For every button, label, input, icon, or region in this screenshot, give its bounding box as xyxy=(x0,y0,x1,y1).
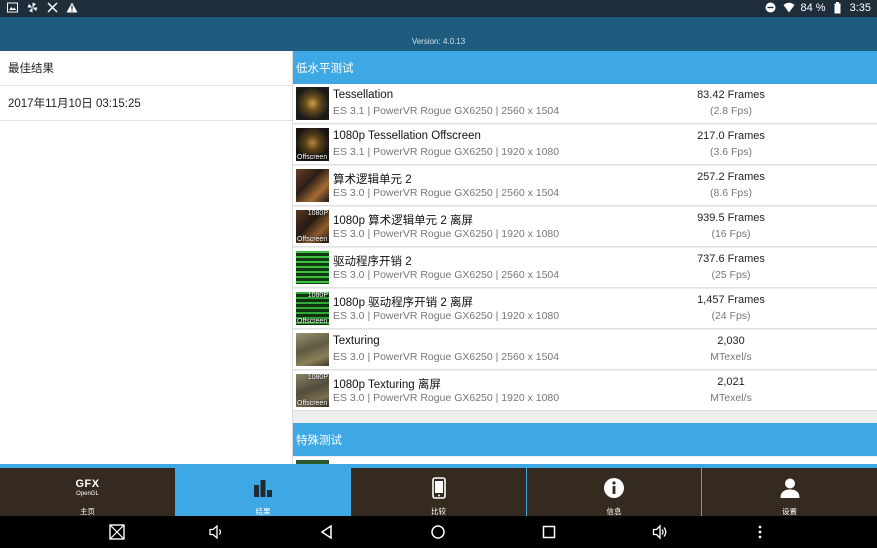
do-not-disturb-icon xyxy=(765,2,777,14)
test-subtitle: ES 3.1 | PowerVR Rogue GX6250 | 2560 x 1… xyxy=(333,105,560,117)
offscreen-label: Offscreen xyxy=(297,318,328,325)
test-title: 驱动程序开销 2 xyxy=(333,256,412,268)
test-score: 257.2 Frames xyxy=(697,171,765,183)
resolution-label: 1080P xyxy=(307,210,328,217)
volume-up-icon[interactable] xyxy=(652,524,668,540)
section-header-low-level: 低水平测试 xyxy=(293,51,877,84)
test-title: Texturing xyxy=(333,335,380,347)
pinwheel-notification-icon xyxy=(26,2,38,14)
texturing-offscreen-thumbnail: 1080P Offscreen xyxy=(296,374,329,407)
best-results-item[interactable]: 最佳结果 xyxy=(0,51,292,86)
results-sidebar: 最佳结果 2017年11月10日 03:15:25 xyxy=(0,51,293,464)
driver-overhead-thumbnail xyxy=(296,251,329,284)
result-row[interactable]: Texturing ES 3.0 | PowerVR Rogue GX6250 … xyxy=(293,330,877,370)
test-fps: (16 Fps) xyxy=(711,228,751,240)
version-label: Version: 4.0.13 xyxy=(411,37,466,46)
test-title: 1080p 算术逻辑单元 2 离屏 xyxy=(333,215,473,227)
alu-thumbnail xyxy=(296,169,329,202)
test-score: 2,030 xyxy=(717,335,745,347)
tab-home[interactable]: GFX OpenGL 主页 xyxy=(0,468,175,516)
test-title: 1080p Tessellation Offscreen xyxy=(333,130,481,142)
battery-icon xyxy=(832,2,844,14)
test-score: 737.6 Frames xyxy=(697,253,765,265)
tessellation-thumbnail xyxy=(296,87,329,120)
more-options-icon[interactable] xyxy=(752,524,768,540)
test-fps: (25 Fps) xyxy=(711,269,751,281)
result-row[interactable]: 1080P Offscreen 1080p Texturing 离屏 ES 3.… xyxy=(293,371,877,411)
test-title: 1080p Texturing 离屏 xyxy=(333,379,441,391)
test-fps: (24 Fps) xyxy=(711,310,751,322)
test-subtitle: ES 3.0 | PowerVR Rogue GX6250 | 1920 x 1… xyxy=(333,392,560,404)
test-score: 2,021 xyxy=(717,376,745,388)
test-unit: MTexel/s xyxy=(710,351,752,363)
result-row[interactable]: 1080P Offscreen 1080p 算术逻辑单元 2 离屏 ES 3.0… xyxy=(293,207,877,247)
tab-info[interactable]: 信息 xyxy=(527,468,701,516)
bar-chart-icon xyxy=(176,476,350,500)
driver-overhead-offscreen-thumbnail: 1080P Offscreen xyxy=(296,292,329,325)
tessellation-offscreen-thumbnail: Offscreen xyxy=(296,128,329,161)
results-list: 低水平测试 Tessellation ES 3.1 | PowerVR Rogu… xyxy=(293,51,877,464)
test-score: 217.0 Frames xyxy=(697,130,765,142)
result-row[interactable]: Offscreen 1080p Tessellation Offscreen E… xyxy=(293,125,877,165)
test-subtitle: ES 3.0 | PowerVR Rogue GX6250 | 2560 x 1… xyxy=(333,351,560,363)
phone-icon xyxy=(351,476,526,500)
offscreen-label: Offscreen xyxy=(297,154,328,161)
recents-icon[interactable] xyxy=(541,524,557,540)
resolution-label: 1080P xyxy=(307,292,328,299)
bottom-tab-bar: GFX OpenGL 主页 结果 比较 信息 设置 xyxy=(0,464,877,516)
resolution-label: 1080P xyxy=(307,374,328,381)
tab-settings[interactable]: 设置 xyxy=(702,468,877,516)
test-subtitle: ES 3.1 | PowerVR Rogue GX6250 | 1920 x 1… xyxy=(333,146,560,158)
system-nav-bar xyxy=(0,516,877,548)
section-header-special: 特殊测试 xyxy=(293,423,877,456)
home-icon[interactable] xyxy=(430,524,446,540)
test-title: 算术逻辑单元 2 xyxy=(333,174,412,186)
volume-down-icon[interactable] xyxy=(208,524,224,540)
result-row[interactable]: Tessellation ES 3.1 | PowerVR Rogue GX62… xyxy=(293,84,877,124)
status-bar: 84 % 3:35 xyxy=(0,0,877,17)
scissors-notification-icon xyxy=(46,2,58,14)
test-unit: MTexel/s xyxy=(710,392,752,404)
info-icon xyxy=(527,476,701,500)
result-row[interactable]: 1080P Offscreen 1080p 驱动程序开销 2 离屏 ES 3.0… xyxy=(293,289,877,329)
screenshot-icon[interactable] xyxy=(109,524,125,540)
test-subtitle: ES 3.0 | PowerVR Rogue GX6250 | 1920 x 1… xyxy=(333,310,560,322)
battery-percent: 84 % xyxy=(800,2,826,14)
test-score: 1,457 Frames xyxy=(697,294,765,306)
test-fps: (3.6 Fps) xyxy=(709,146,752,158)
offscreen-label: Offscreen xyxy=(297,400,328,407)
test-subtitle: ES 3.0 | PowerVR Rogue GX6250 | 1920 x 1… xyxy=(333,228,560,240)
test-fps: (2.8 Fps) xyxy=(709,105,752,117)
offscreen-label: Offscreen xyxy=(297,236,328,243)
tab-results[interactable]: 结果 xyxy=(176,468,350,516)
test-title: 1080p 驱动程序开销 2 离屏 xyxy=(333,297,473,309)
test-title: Tessellation xyxy=(333,89,394,101)
result-timestamp-item[interactable]: 2017年11月10日 03:15:25 xyxy=(0,86,292,121)
gfx-logo-icon: GFX OpenGL xyxy=(0,476,175,500)
logo-sub-text: OpenGL xyxy=(76,490,99,497)
test-fps: (8.6 Fps) xyxy=(709,187,752,199)
logo-main-text: GFX xyxy=(75,477,100,490)
wifi-icon xyxy=(783,2,795,14)
tab-compare[interactable]: 比较 xyxy=(351,468,526,516)
test-subtitle: ES 3.0 | PowerVR Rogue GX6250 | 2560 x 1… xyxy=(333,269,560,281)
alu-offscreen-thumbnail: 1080P Offscreen xyxy=(296,210,329,243)
test-score: 83.42 Frames xyxy=(697,89,765,101)
test-score: 939.5 Frames xyxy=(697,212,765,224)
section-gap xyxy=(293,411,877,423)
test-subtitle: ES 3.0 | PowerVR Rogue GX6250 | 2560 x 1… xyxy=(333,187,560,199)
texturing-thumbnail xyxy=(296,333,329,366)
result-row-partial[interactable] xyxy=(293,457,877,464)
person-icon xyxy=(702,476,877,500)
app-header: Version: 4.0.13 xyxy=(0,17,877,51)
warning-icon xyxy=(66,2,78,14)
back-icon[interactable] xyxy=(319,524,335,540)
clock: 3:35 xyxy=(849,2,871,14)
result-row[interactable]: 算术逻辑单元 2 ES 3.0 | PowerVR Rogue GX6250 |… xyxy=(293,166,877,206)
image-notification-icon xyxy=(6,2,18,14)
result-row[interactable]: 驱动程序开销 2 ES 3.0 | PowerVR Rogue GX6250 |… xyxy=(293,248,877,288)
